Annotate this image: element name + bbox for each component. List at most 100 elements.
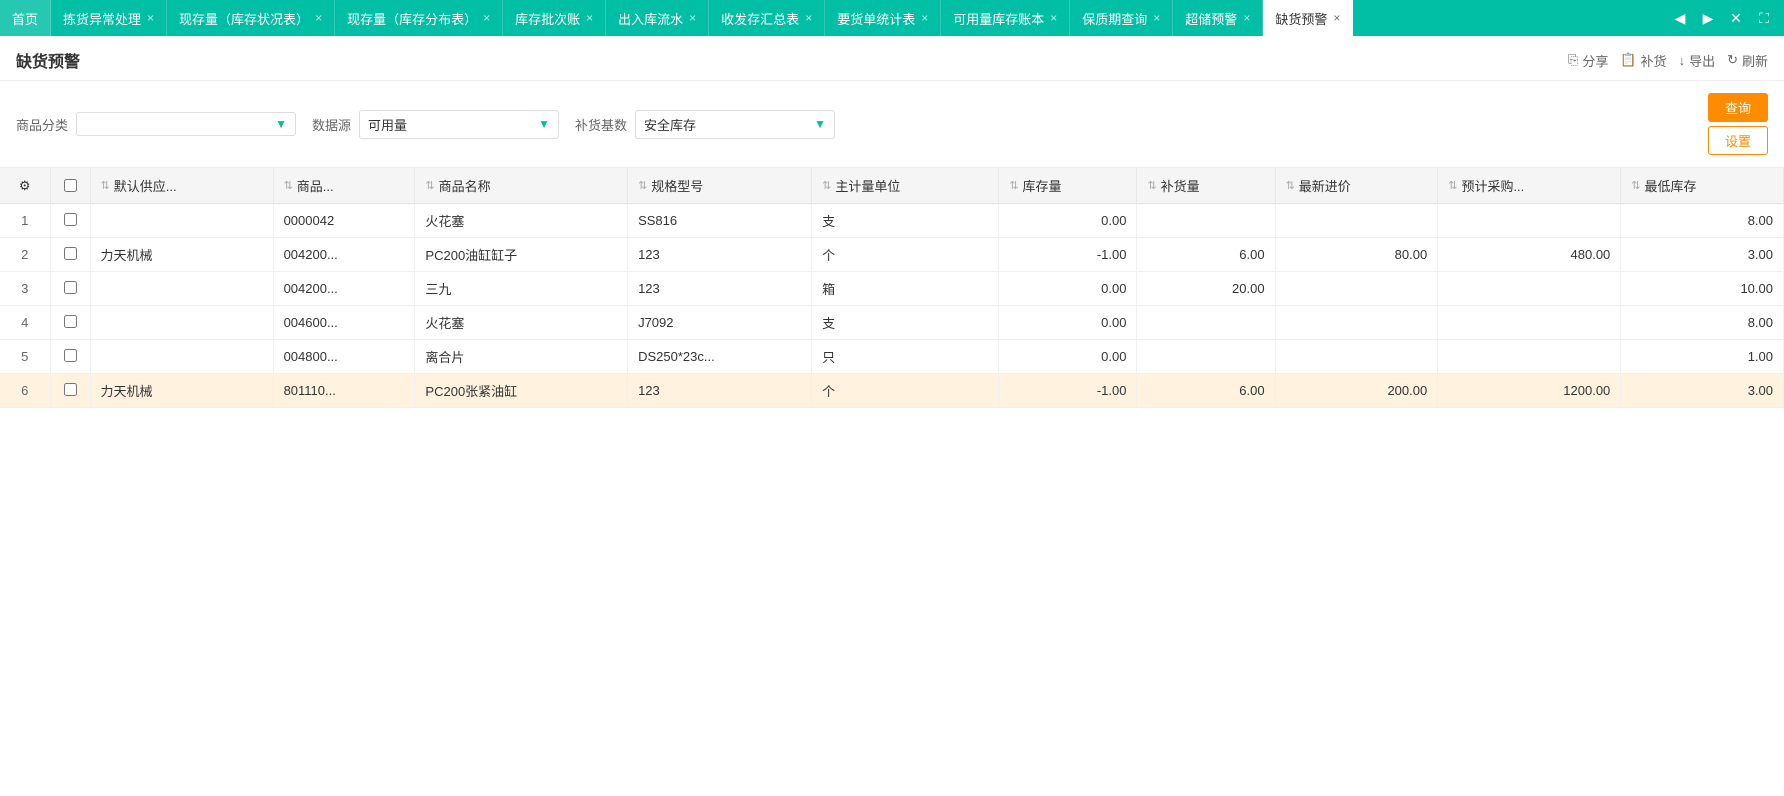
row-checkbox-5[interactable] bbox=[64, 383, 77, 396]
cell-spec-3: J7092 bbox=[628, 306, 812, 340]
tab-expiry-label: 保质期查询 bbox=[1082, 9, 1147, 28]
cell-name-3: 火花塞 bbox=[415, 306, 628, 340]
setting-button[interactable]: 设置 bbox=[1708, 126, 1768, 155]
share-button[interactable]: ⎘ 分享 bbox=[1568, 51, 1608, 70]
replenish-icon: 📋 bbox=[1620, 52, 1636, 68]
th-replenish[interactable]: ⇅ 补货量 bbox=[1137, 168, 1275, 204]
row-checkbox-0[interactable] bbox=[64, 213, 77, 226]
datasource-select[interactable]: 可用量 ▼ bbox=[359, 110, 559, 139]
tab-summary-close[interactable]: × bbox=[805, 11, 812, 25]
tab-stock-dist-close[interactable]: × bbox=[483, 11, 490, 25]
row-checkbox-2[interactable] bbox=[64, 281, 77, 294]
th-code[interactable]: ⇅ 商品... bbox=[273, 168, 415, 204]
cell-num-1: 2 bbox=[0, 238, 50, 272]
th-stock[interactable]: ⇅ 库存量 bbox=[999, 168, 1137, 204]
base-filter-group: 补货基数 安全库存 ▼ bbox=[575, 110, 835, 139]
th-name[interactable]: ⇅ 商品名称 bbox=[415, 168, 628, 204]
category-select[interactable]: ▼ bbox=[76, 112, 296, 136]
tab-available[interactable]: 可用量库存账本 × bbox=[941, 0, 1070, 36]
table-row: 2 力天机械 004200... PC200油缸缸子 123 个 -1.00 6… bbox=[0, 238, 1784, 272]
export-button[interactable]: ↓ 导出 bbox=[1679, 51, 1716, 70]
refresh-button[interactable]: ↻ 刷新 bbox=[1727, 51, 1768, 70]
cell-latest-price-2 bbox=[1275, 272, 1438, 306]
cell-est-purchase-4 bbox=[1438, 340, 1621, 374]
base-value: 安全库存 bbox=[644, 115, 696, 134]
cell-replenish-4 bbox=[1137, 340, 1275, 374]
cell-replenish-2: 20.00 bbox=[1137, 272, 1275, 306]
cell-checkbox-2[interactable] bbox=[50, 272, 90, 306]
th-min-stock[interactable]: ⇅ 最低库存 bbox=[1621, 168, 1784, 204]
cell-replenish-1: 6.00 bbox=[1137, 238, 1275, 272]
tab-flow[interactable]: 出入库流水 × bbox=[606, 0, 709, 36]
th-supplier[interactable]: ⇅ 默认供应... bbox=[90, 168, 273, 204]
tab-flow-close[interactable]: × bbox=[689, 11, 696, 25]
tab-shortage-label: 缺货预警 bbox=[1275, 9, 1327, 28]
cell-name-0: 火花塞 bbox=[415, 204, 628, 238]
tab-overstock-close[interactable]: × bbox=[1243, 11, 1250, 25]
datasource-filter-group: 数据源 可用量 ▼ bbox=[312, 110, 559, 139]
nav-prev-button[interactable]: ◀ bbox=[1666, 4, 1694, 32]
page-header: 缺货预警 ⎘ 分享 📋 补货 ↓ 导出 ↻ 刷新 bbox=[0, 36, 1784, 81]
tab-expiry-close[interactable]: × bbox=[1153, 11, 1160, 25]
tab-shortage[interactable]: 缺货预警 × bbox=[1263, 0, 1353, 36]
tab-picking[interactable]: 拣货异常处理 × bbox=[51, 0, 167, 36]
datasource-label: 数据源 bbox=[312, 115, 351, 134]
cell-latest-price-3 bbox=[1275, 306, 1438, 340]
tab-stock-status[interactable]: 现存量（库存状况表） × bbox=[167, 0, 335, 36]
filter-actions: 查询 设置 bbox=[1708, 93, 1768, 155]
cell-checkbox-4[interactable] bbox=[50, 340, 90, 374]
row-checkbox-4[interactable] bbox=[64, 349, 77, 362]
tab-order-stats[interactable]: 要货单统计表 × bbox=[825, 0, 941, 36]
select-all-checkbox[interactable] bbox=[64, 179, 77, 192]
cell-supplier-1: 力天机械 bbox=[90, 238, 273, 272]
th-unit-label: 主计量单位 bbox=[835, 176, 900, 195]
refresh-label: 刷新 bbox=[1742, 51, 1768, 70]
sort-replenish-icon: ⇅ bbox=[1147, 179, 1156, 192]
cell-checkbox-1[interactable] bbox=[50, 238, 90, 272]
tab-stock-dist[interactable]: 现存量（库存分布表） × bbox=[335, 0, 503, 36]
tab-batch[interactable]: 库存批次账 × bbox=[503, 0, 606, 36]
tab-shortage-close[interactable]: × bbox=[1333, 11, 1340, 25]
tab-picking-close[interactable]: × bbox=[147, 11, 154, 25]
filter-area: 商品分类 ▼ 数据源 可用量 ▼ 补货基数 安全库存 ▼ 查询 设置 bbox=[0, 81, 1784, 168]
main-table: ⚙ ⇅ 默认供应... bbox=[0, 168, 1784, 408]
tab-expiry[interactable]: 保质期查询 × bbox=[1070, 0, 1173, 36]
th-gear[interactable]: ⚙ bbox=[0, 168, 50, 204]
cell-name-1: PC200油缸缸子 bbox=[415, 238, 628, 272]
sort-min-stock-icon: ⇅ bbox=[1631, 179, 1640, 192]
cell-num-3: 4 bbox=[0, 306, 50, 340]
cell-checkbox-3[interactable] bbox=[50, 306, 90, 340]
tab-stock-status-close[interactable]: × bbox=[315, 11, 322, 25]
cell-est-purchase-2 bbox=[1438, 272, 1621, 306]
cell-checkbox-5[interactable] bbox=[50, 374, 90, 408]
tab-batch-close[interactable]: × bbox=[586, 11, 593, 25]
tab-home[interactable]: 首页 bbox=[0, 0, 51, 36]
nav-next-button[interactable]: ▶ bbox=[1694, 4, 1722, 32]
cell-supplier-0 bbox=[90, 204, 273, 238]
cell-replenish-0 bbox=[1137, 204, 1275, 238]
th-latest-price[interactable]: ⇅ 最新进价 bbox=[1275, 168, 1438, 204]
cell-est-purchase-3 bbox=[1438, 306, 1621, 340]
replenish-label: 补货 bbox=[1641, 51, 1667, 70]
tab-overstock[interactable]: 超储预警 × bbox=[1173, 0, 1263, 36]
nav-close-button[interactable]: ✕ bbox=[1722, 4, 1750, 32]
tab-available-close[interactable]: × bbox=[1050, 11, 1057, 25]
th-est-purchase[interactable]: ⇅ 预计采购... bbox=[1438, 168, 1621, 204]
top-nav: 首页 拣货异常处理 × 现存量（库存状况表） × 现存量（库存分布表） × 库存… bbox=[0, 0, 1784, 36]
row-checkbox-1[interactable] bbox=[64, 247, 77, 260]
cell-stock-5: -1.00 bbox=[999, 374, 1137, 408]
th-spec-label: 规格型号 bbox=[651, 176, 703, 195]
th-checkbox[interactable] bbox=[50, 168, 90, 204]
table-row: 6 力天机械 801110... PC200张紧油缸 123 个 -1.00 6… bbox=[0, 374, 1784, 408]
row-checkbox-3[interactable] bbox=[64, 315, 77, 328]
th-spec[interactable]: ⇅ 规格型号 bbox=[628, 168, 812, 204]
replenish-button[interactable]: 📋 补货 bbox=[1620, 51, 1666, 70]
query-button[interactable]: 查询 bbox=[1708, 93, 1768, 122]
base-select[interactable]: 安全库存 ▼ bbox=[635, 110, 835, 139]
tab-summary[interactable]: 收发存汇总表 × bbox=[709, 0, 825, 36]
cell-min-stock-2: 10.00 bbox=[1621, 272, 1784, 306]
nav-expand-button[interactable]: ⛶ bbox=[1750, 4, 1778, 32]
cell-checkbox-0[interactable] bbox=[50, 204, 90, 238]
th-unit[interactable]: ⇅ 主计量单位 bbox=[812, 168, 999, 204]
tab-order-stats-close[interactable]: × bbox=[921, 11, 928, 25]
